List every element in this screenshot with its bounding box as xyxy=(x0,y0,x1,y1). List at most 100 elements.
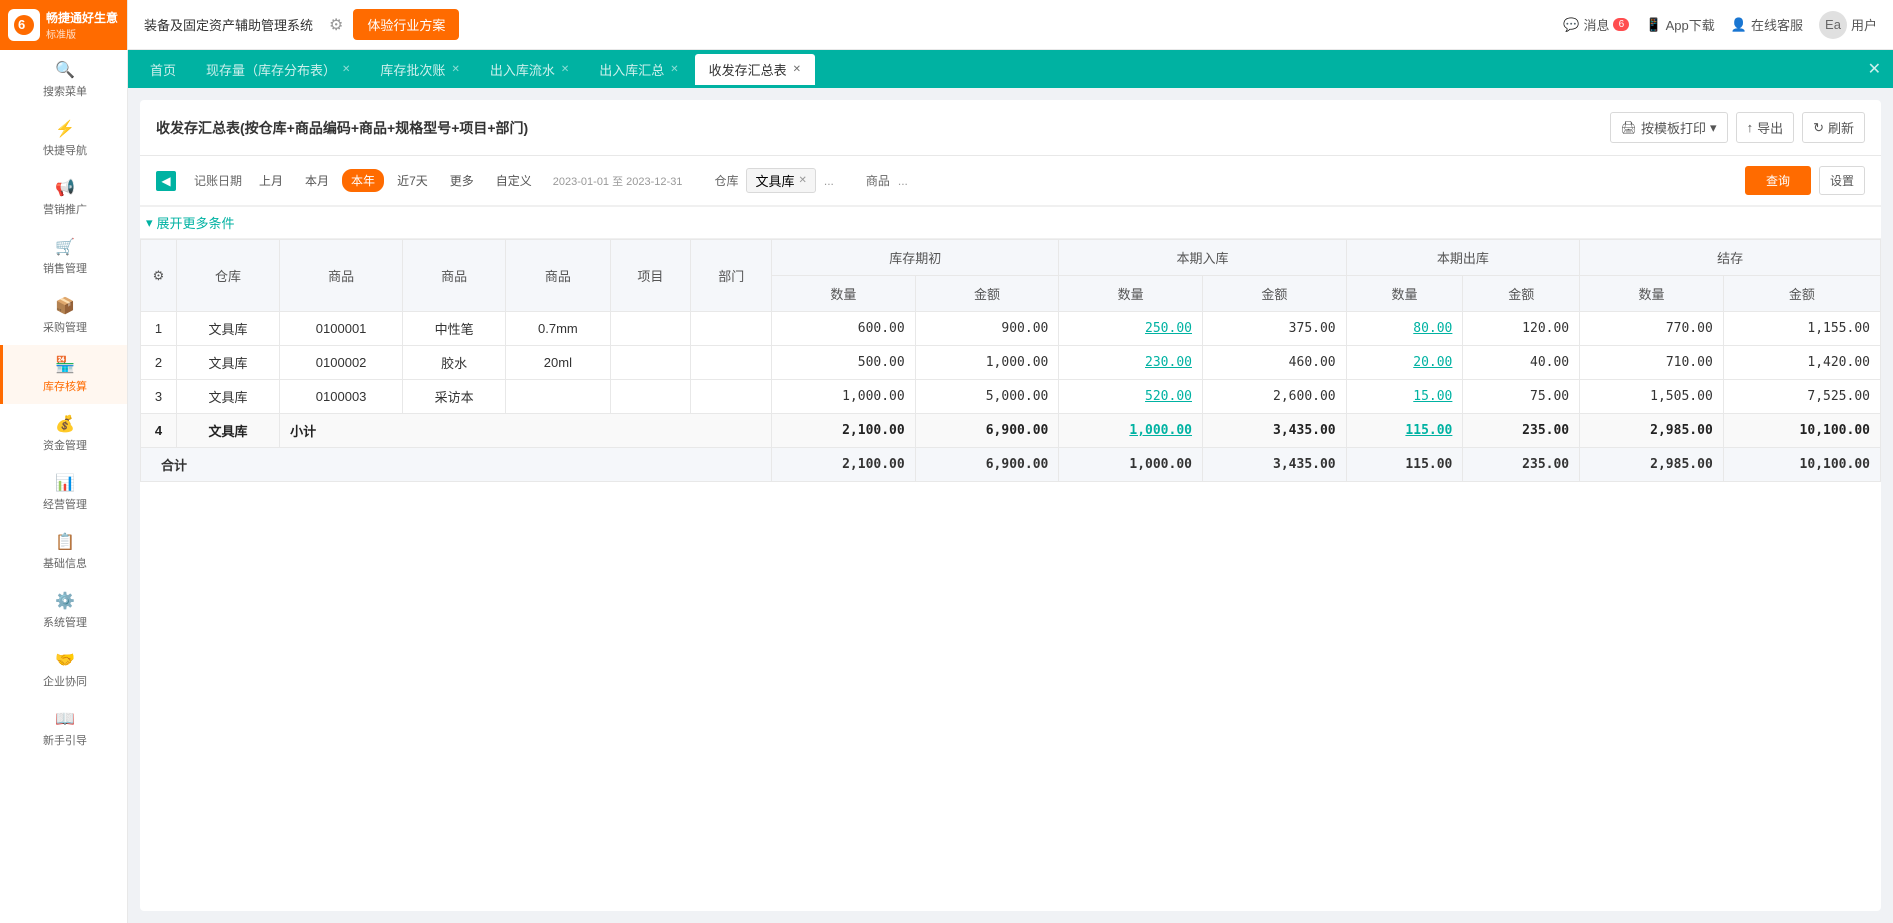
tab-stock-dist[interactable]: 现存量（库存分布表）✕ xyxy=(192,54,364,85)
th-out-amt: 金额 xyxy=(1463,276,1580,312)
purchase-icon: 📦 xyxy=(55,296,75,316)
logo-icon: 6 xyxy=(8,9,40,41)
row-out-qty[interactable]: 20.00 xyxy=(1346,346,1463,380)
sidebar-item-quick-nav[interactable]: ⚡ 快捷导航 xyxy=(0,109,127,168)
message-action[interactable]: 💬 消息 6 xyxy=(1563,15,1629,34)
tab-home[interactable]: 首页 xyxy=(136,54,190,85)
sidebar-item-basic[interactable]: 📋 基础信息 xyxy=(0,522,127,581)
tab-inout-summary[interactable]: 出入库汇总✕ xyxy=(585,54,692,85)
sub-open-qty: 2,100.00 xyxy=(772,414,916,448)
try-industry-btn[interactable]: 体验行业方案 xyxy=(353,9,459,40)
user-action[interactable]: Ea 用户 xyxy=(1819,11,1877,39)
row-in-qty[interactable]: 250.00 xyxy=(1059,312,1203,346)
th-code: 商品 xyxy=(280,240,403,312)
sub-in-qty[interactable]: 1,000.00 xyxy=(1059,414,1203,448)
tab-close-main[interactable]: ✕ xyxy=(1868,59,1881,79)
settings-panel-btn[interactable]: 设置 xyxy=(1819,166,1865,195)
collab-icon: 🤝 xyxy=(55,650,75,670)
tab-batch[interactable]: 库存批次账✕ xyxy=(366,54,473,85)
row-dept xyxy=(691,312,772,346)
tab-close-stock-dist[interactable]: ✕ xyxy=(342,64,350,75)
system-title: 装备及固定资产辅助管理系统 xyxy=(144,15,313,34)
app-download-action[interactable]: 📱 App下载 xyxy=(1645,15,1714,34)
tab-close-inout-flow[interactable]: ✕ xyxy=(561,64,569,75)
tab-inout-flow[interactable]: 出入库流水✕ xyxy=(476,54,583,85)
th-spec: 商品 xyxy=(506,240,610,312)
row-close-amt: 1,420.00 xyxy=(1723,346,1880,380)
tab-close-recv-summary[interactable]: ✕ xyxy=(793,64,801,75)
date-btn-自定义[interactable]: 自定义 xyxy=(487,169,541,192)
guide-icon: 📖 xyxy=(55,709,75,729)
total-label: 合计 xyxy=(141,448,772,482)
th-settings[interactable]: ⚙ xyxy=(141,240,177,312)
sidebar-item-guide[interactable]: 📖 新手引导 xyxy=(0,699,127,758)
date-btn-更多[interactable]: 更多 xyxy=(441,169,483,192)
sidebar-item-stock[interactable]: 🏪 库存核算 xyxy=(0,345,127,404)
sub-open-amt: 6,900.00 xyxy=(915,414,1059,448)
goods-more[interactable]: ... xyxy=(898,174,908,188)
tab-recv-summary[interactable]: 收发存汇总表✕ xyxy=(695,54,815,85)
table-row: 1 文具库 0100001 中性笔 0.7mm 600.00 900.00 25… xyxy=(141,312,1881,346)
warehouse-tag-close[interactable]: ✕ xyxy=(798,175,806,186)
row-in-qty[interactable]: 520.00 xyxy=(1059,380,1203,414)
sidebar-item-sales[interactable]: 🛒 销售管理 xyxy=(0,227,127,286)
message-icon: 💬 xyxy=(1563,17,1579,33)
sidebar-item-purchase[interactable]: 📦 采购管理 xyxy=(0,286,127,345)
query-btn[interactable]: 查询 xyxy=(1745,166,1811,195)
tab-label-home: 首页 xyxy=(150,60,176,79)
sub-out-amt: 235.00 xyxy=(1463,414,1580,448)
warehouse-more[interactable]: ... xyxy=(824,174,834,188)
panel-actions: 🖨 按模板打印 ▾ ↑ 导出 ↻ 刷新 xyxy=(1610,112,1866,143)
sidebar-item-marketing[interactable]: 📢 营销推广 xyxy=(0,168,127,227)
export-icon: ↑ xyxy=(1747,120,1754,135)
stock-icon: 🏪 xyxy=(55,355,75,375)
refresh-btn[interactable]: ↻ 刷新 xyxy=(1802,112,1865,143)
row-open-amt: 5,000.00 xyxy=(915,380,1059,414)
row-close-qty: 770.00 xyxy=(1580,312,1724,346)
date-btn-上月[interactable]: 上月 xyxy=(250,169,292,192)
expand-icon: ▾ xyxy=(146,215,153,231)
row-out-qty[interactable]: 15.00 xyxy=(1346,380,1463,414)
sidebar-item-collab[interactable]: 🤝 企业协同 xyxy=(0,640,127,699)
print-btn[interactable]: 🖨 按模板打印 ▾ xyxy=(1610,112,1728,143)
th-project: 项目 xyxy=(610,240,691,312)
row-code: 0100002 xyxy=(280,346,403,380)
expand-btn[interactable]: ▾ 展开更多条件 xyxy=(146,213,1875,232)
content-area: 收发存汇总表(按仓库+商品编码+商品+规格型号+项目+部门) 🖨 按模板打印 ▾… xyxy=(128,88,1893,923)
online-service-action[interactable]: 👤 在线客服 xyxy=(1731,15,1803,34)
sidebar-item-system[interactable]: ⚙️ 系统管理 xyxy=(0,581,127,640)
printer-icon: 🖨 xyxy=(1621,120,1638,136)
header-actions: 💬 消息 6 📱 App下载 👤 在线客服 Ea 用户 xyxy=(1563,11,1877,39)
table-row: 2 文具库 0100002 胶水 20ml 500.00 1,000.00 23… xyxy=(141,346,1881,380)
sidebar-item-search[interactable]: 🔍 搜索菜单 xyxy=(0,50,127,109)
filter-bar: ◀ 记账日期 上月本月本年近7天更多自定义 2023-01-01 至 2023-… xyxy=(140,156,1881,206)
row-open-qty: 1,000.00 xyxy=(772,380,916,414)
sidebar-item-ops[interactable]: 📊 经营管理 xyxy=(0,463,127,522)
sub-label: 小计 xyxy=(280,414,772,448)
row-name: 采访本 xyxy=(403,380,506,414)
row-in-amt: 460.00 xyxy=(1203,346,1347,380)
row-in-qty[interactable]: 230.00 xyxy=(1059,346,1203,380)
row-close-amt: 1,155.00 xyxy=(1723,312,1880,346)
row-out-qty[interactable]: 80.00 xyxy=(1346,312,1463,346)
settings-btn[interactable]: ⚙ xyxy=(329,15,343,35)
top-header: 装备及固定资产辅助管理系统 ⚙ 体验行业方案 💬 消息 6 📱 App下载 👤 … xyxy=(128,0,1893,50)
tab-close-inout-summary[interactable]: ✕ xyxy=(670,64,678,75)
avatar: Ea xyxy=(1819,11,1847,39)
row-project xyxy=(610,312,691,346)
date-btn-本月[interactable]: 本月 xyxy=(296,169,338,192)
date-btn-近7天[interactable]: 近7天 xyxy=(388,169,437,192)
collapse-btn[interactable]: ◀ xyxy=(156,171,176,191)
date-btn-本年[interactable]: 本年 xyxy=(342,169,384,192)
sub-close-amt: 10,100.00 xyxy=(1723,414,1880,448)
th-close-amt: 金额 xyxy=(1723,276,1880,312)
sidebar-item-finance[interactable]: 💰 资金管理 xyxy=(0,404,127,463)
row-close-amt: 7,525.00 xyxy=(1723,380,1880,414)
sub-out-qty[interactable]: 115.00 xyxy=(1346,414,1463,448)
row-project xyxy=(610,380,691,414)
export-btn[interactable]: ↑ 导出 xyxy=(1736,112,1795,143)
tab-close-batch[interactable]: ✕ xyxy=(451,64,459,75)
warehouse-tag[interactable]: 文具库 ✕ xyxy=(746,168,815,193)
sales-icon: 🛒 xyxy=(55,237,75,257)
th-open-qty: 数量 xyxy=(772,276,916,312)
